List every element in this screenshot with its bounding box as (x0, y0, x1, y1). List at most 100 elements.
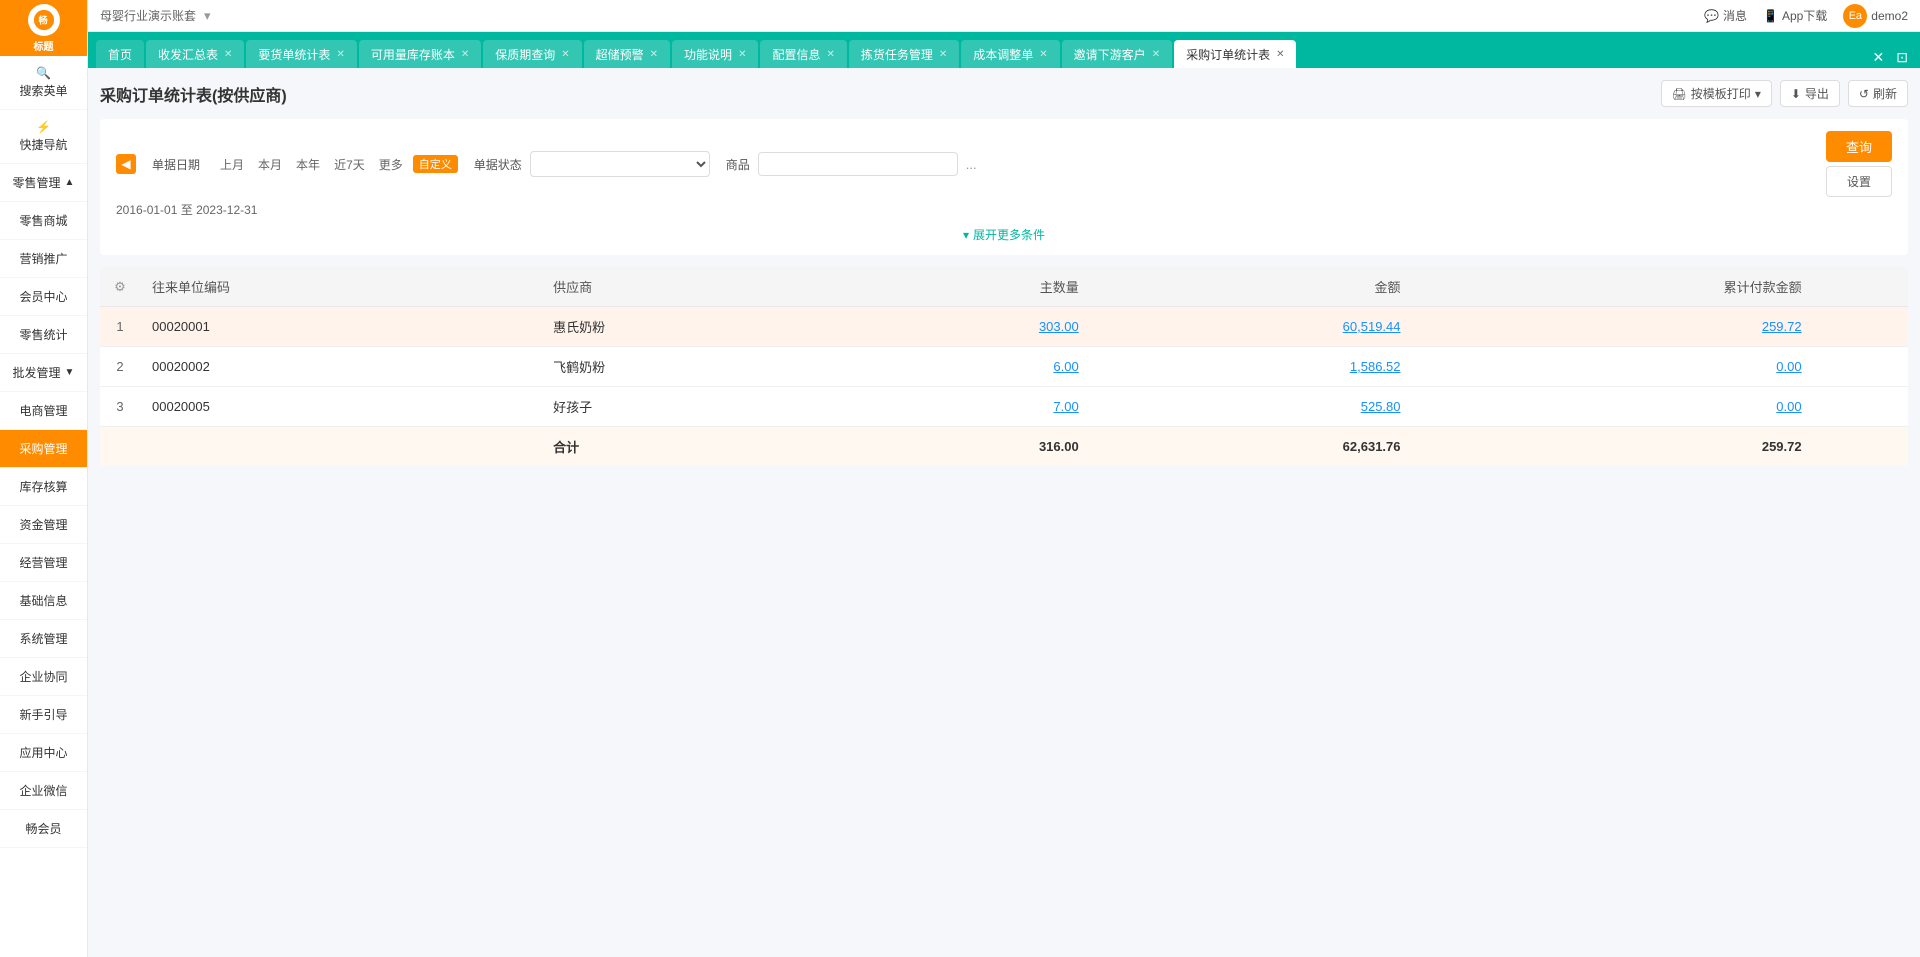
settings-button[interactable]: 设置 (1826, 166, 1892, 197)
tab-label: 成本调整单 (973, 46, 1033, 63)
goods-more-icon[interactable]: ... (966, 157, 977, 172)
table-body: 1 00020001 惠氏奶粉 303.00 60,519.44 259.72 … (100, 307, 1908, 427)
row-main-qty[interactable]: 303.00 (840, 307, 1091, 347)
shortcut-last-month[interactable]: 上月 (216, 154, 248, 175)
row-paid[interactable]: 0.00 (1413, 347, 1814, 387)
chevron-left-icon: ◀ (121, 157, 130, 171)
sidebar-item-appcenter[interactable]: 应用中心 (0, 734, 87, 772)
filter-divider: ▾ 展开更多条件 (116, 226, 1892, 243)
row-amount[interactable]: 60,519.44 (1091, 307, 1413, 347)
tab-restore-btn[interactable]: ⊡ (1892, 47, 1912, 68)
btn-template-label: 按模板打印 (1691, 85, 1751, 102)
template-print-button[interactable]: 🖨 按模板打印 ▾ (1661, 80, 1772, 107)
sidebar-item-retail-shop[interactable]: 零售商城 (0, 202, 87, 240)
message-icon: 💬 (1704, 9, 1719, 23)
breadcrumb: 母婴行业演示账套 (100, 7, 196, 24)
close-icon[interactable]: ✕ (1276, 49, 1284, 60)
filter-row-1: ◀ 单据日期 上月 本月 本年 近7天 更多 自定义 单据状态 (116, 131, 1892, 197)
shortcut-7days[interactable]: 近7天 (330, 154, 369, 175)
tab-label: 要货单统计表 (258, 46, 330, 63)
tab-caigou[interactable]: 采购订单统计表 ✕ (1174, 40, 1296, 68)
tab-chaochuyujing[interactable]: 超储预警 ✕ (584, 40, 670, 68)
sidebar-item-vip[interactable]: 畅会员 (0, 810, 87, 848)
close-icon[interactable]: ✕ (224, 49, 232, 60)
row-amount[interactable]: 1,586.52 (1091, 347, 1413, 387)
refresh-button[interactable]: ↺ 刷新 (1848, 80, 1908, 107)
row-main-qty[interactable]: 6.00 (840, 347, 1091, 387)
sidebar-item-member[interactable]: 会员中心 (0, 278, 87, 316)
sidebar-item-label: 企业微信 (19, 782, 67, 799)
close-icon[interactable]: ✕ (738, 49, 746, 60)
footer-label: 合计 (541, 427, 840, 467)
sidebar-item-basic[interactable]: 基础信息 (0, 582, 87, 620)
sidebar-item-retail[interactable]: 零售管理 ▲ (0, 164, 87, 202)
close-icon[interactable]: ✕ (1152, 49, 1160, 60)
tab-gongnengshuo[interactable]: 功能说明 ✕ (672, 40, 758, 68)
custom-date-tag[interactable]: 自定义 (413, 155, 458, 173)
tab-keyongliang[interactable]: 可用量库存账本 ✕ (359, 40, 481, 68)
tab-chengben[interactable]: 成本调整单 ✕ (961, 40, 1059, 68)
close-icon[interactable]: ✕ (561, 49, 569, 60)
tab-close-all-btn[interactable]: ✕ (1869, 47, 1889, 68)
close-icon[interactable]: ✕ (826, 49, 834, 60)
tab-zhehuo[interactable]: 拣货任务管理 ✕ (849, 40, 959, 68)
tab-yaoqing[interactable]: 邀请下游客户 ✕ (1062, 40, 1172, 68)
col-amount: 金额 (1091, 267, 1413, 307)
main-area: 母婴行业演示账套 ▾ 💬 消息 📱 App下载 Ea demo2 首页 (88, 0, 1920, 957)
sidebar-item-marketing[interactable]: 营销推广 (0, 240, 87, 278)
search-button[interactable]: 查询 (1826, 131, 1892, 162)
shortcut-this-month[interactable]: 本月 (254, 154, 286, 175)
shortcut-more[interactable]: 更多 (375, 154, 407, 175)
tab-label: 配置信息 (772, 46, 820, 63)
tab-home[interactable]: 首页 (96, 40, 144, 68)
sidebar-item-inventory[interactable]: 库存核算 (0, 468, 87, 506)
user-menu[interactable]: Ea demo2 (1843, 4, 1908, 28)
shortcut-this-year[interactable]: 本年 (292, 154, 324, 175)
tab-label: 保质期查询 (495, 46, 555, 63)
sidebar-item-label: 营销推广 (19, 250, 67, 267)
refresh-icon: ↺ (1859, 87, 1869, 101)
status-select[interactable] (530, 151, 710, 177)
close-icon[interactable]: ✕ (939, 49, 947, 60)
sidebar-item-newguide[interactable]: 新手引导 (0, 696, 87, 734)
tab-label: 收发汇总表 (158, 46, 218, 63)
row-paid[interactable]: 259.72 (1413, 307, 1814, 347)
sidebar-item-retail-stat[interactable]: 零售统计 (0, 316, 87, 354)
table-header: ⚙ 往来单位编码 供应商 主数量 金额 累计付款金额 (100, 267, 1908, 307)
tab-label: 可用量库存账本 (371, 46, 455, 63)
sidebar-item-search[interactable]: 🔍 搜索英单 (0, 56, 87, 110)
row-paid[interactable]: 0.00 (1413, 387, 1814, 427)
sidebar-item-batch[interactable]: 批发管理 ▼ (0, 354, 87, 392)
export-button[interactable]: ⬇ 导出 (1780, 80, 1840, 107)
expand-filter-button[interactable]: ▾ 展开更多条件 (963, 226, 1045, 243)
goods-filter-label: 商品 (726, 156, 750, 173)
row-main-qty[interactable]: 7.00 (840, 387, 1091, 427)
close-icon[interactable]: ✕ (461, 49, 469, 60)
export-icon: ⬇ (1791, 87, 1801, 101)
app-download-btn[interactable]: 📱 App下载 (1763, 7, 1827, 24)
sidebar-item-purchase[interactable]: 采购管理 (0, 430, 87, 468)
tab-peizhi[interactable]: 配置信息 ✕ (760, 40, 846, 68)
tab-yaohuo[interactable]: 要货单统计表 ✕ (246, 40, 356, 68)
tab-label: 采购订单统计表 (1186, 46, 1270, 63)
sidebar-item-enterprise[interactable]: 企业协同 (0, 658, 87, 696)
footer-main-qty: 316.00 (840, 427, 1091, 467)
row-unit-code: 00020001 (140, 307, 541, 347)
sidebar-item-quicknav[interactable]: ⚡ 快捷导航 (0, 110, 87, 164)
sidebar-item-operations[interactable]: 经营管理 (0, 544, 87, 582)
close-icon[interactable]: ✕ (650, 49, 658, 60)
message-btn[interactable]: 💬 消息 (1704, 7, 1747, 24)
sidebar-item-ecommerce[interactable]: 电商管理 (0, 392, 87, 430)
sidebar-item-finance[interactable]: 资金管理 (0, 506, 87, 544)
close-icon[interactable]: ✕ (1039, 49, 1047, 60)
column-settings-icon[interactable]: ⚙ (114, 279, 126, 294)
filter-toggle-button[interactable]: ◀ (116, 154, 136, 174)
row-amount[interactable]: 525.80 (1091, 387, 1413, 427)
tab-baozhi[interactable]: 保质期查询 ✕ (483, 40, 581, 68)
tab-shoufahuihz[interactable]: 收发汇总表 ✕ (146, 40, 244, 68)
sidebar-item-system[interactable]: 系统管理 (0, 620, 87, 658)
close-icon[interactable]: ✕ (336, 49, 344, 60)
goods-input[interactable] (758, 152, 958, 176)
svg-text:畅: 畅 (38, 14, 47, 25)
sidebar-item-wechat[interactable]: 企业微信 (0, 772, 87, 810)
